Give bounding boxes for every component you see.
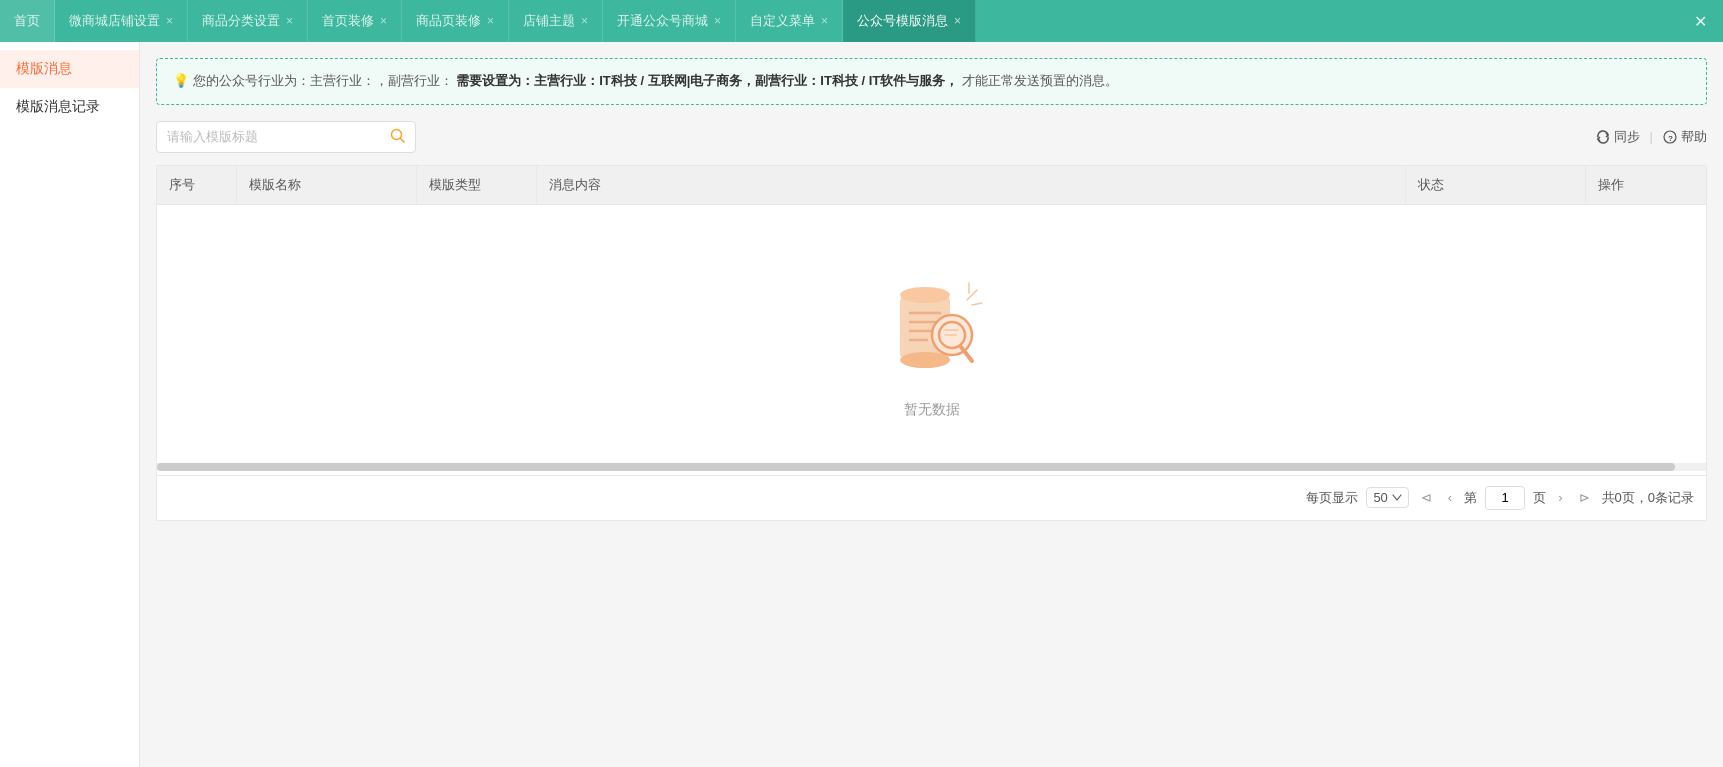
last-page-button[interactable]: ⊳ xyxy=(1575,488,1594,507)
sync-label: 同步 xyxy=(1614,128,1640,146)
sidebar: 模版消息 模版消息记录 xyxy=(0,42,140,767)
main-layout: 模版消息 模版消息记录 💡 您的公众号行业为：主营行业：，副营行业： 需要设置为… xyxy=(0,42,1723,767)
pagination: 每页显示 50 ⊲ ‹ 第 页 › ⊳ 共0页，0条记录 xyxy=(157,475,1706,520)
nav-tab-store-theme-label: 店铺主题 xyxy=(523,12,575,30)
nav-tab-home-label: 首页 xyxy=(14,12,40,30)
close-icon[interactable]: × xyxy=(581,14,588,28)
notice-prefix: 您的公众号行业为：主营行业：，副营行业： xyxy=(193,73,453,88)
nav-tab-template-msg[interactable]: 公众号模版消息 × xyxy=(843,0,976,42)
notice-highlight: 需要设置为：主营行业：IT科技 / 互联网|电子商务，副营行业：IT科技 / I… xyxy=(456,73,958,88)
close-icon[interactable]: × xyxy=(954,14,961,28)
sidebar-item-template-records[interactable]: 模版消息记录 xyxy=(0,88,139,126)
help-label: 帮助 xyxy=(1681,128,1707,146)
nav-tab-store-theme[interactable]: 店铺主题 × xyxy=(509,0,603,42)
search-input[interactable] xyxy=(167,129,390,144)
svg-point-6 xyxy=(900,287,950,303)
th-actions: 操作 xyxy=(1586,166,1706,204)
page-di-label: 第 xyxy=(1464,489,1477,507)
sidebar-item-template-msg[interactable]: 模版消息 xyxy=(0,50,139,88)
empty-state: 暂无数据 xyxy=(157,205,1706,459)
nav-tab-template-msg-label: 公众号模版消息 xyxy=(857,12,948,30)
close-icon[interactable]: × xyxy=(487,14,494,28)
notice-suffix: 才能正常发送预置的消息。 xyxy=(962,73,1118,88)
close-icon[interactable]: × xyxy=(166,14,173,28)
nav-tab-shop-settings-label: 微商城店铺设置 xyxy=(69,12,160,30)
search-input-wrap[interactable] xyxy=(156,121,416,153)
scrollbar-thumb[interactable] xyxy=(157,463,1675,471)
nav-tab-product-decor[interactable]: 商品页装修 × xyxy=(402,0,509,42)
th-type: 模版类型 xyxy=(417,166,537,204)
close-icon[interactable]: × xyxy=(380,14,387,28)
scrollbar-area[interactable] xyxy=(157,463,1706,471)
svg-line-18 xyxy=(972,303,982,305)
notice-icon: 💡 xyxy=(173,73,189,88)
nav-tab-open-mall-label: 开通公众号商城 xyxy=(617,12,708,30)
sidebar-item-template-msg-label: 模版消息 xyxy=(16,60,72,76)
empty-text: 暂无数据 xyxy=(904,401,960,419)
toolbar-divider: | xyxy=(1650,129,1653,144)
content-area: 💡 您的公众号行业为：主营行业：，副营行业： 需要设置为：主营行业：IT科技 /… xyxy=(140,42,1723,767)
search-button[interactable] xyxy=(390,128,405,146)
top-nav: 首页 微商城店铺设置 × 商品分类设置 × 首页装修 × 商品页装修 × 店铺主… xyxy=(0,0,1723,42)
svg-text:?: ? xyxy=(1668,133,1673,142)
nav-tab-home[interactable]: 首页 xyxy=(0,0,55,42)
page-size-value: 50 xyxy=(1373,490,1387,505)
page-number-input[interactable] xyxy=(1485,486,1525,510)
nav-tab-homepage-decor[interactable]: 首页装修 × xyxy=(308,0,402,42)
page-size-label: 每页显示 xyxy=(1306,489,1358,507)
nav-tab-category[interactable]: 商品分类设置 × xyxy=(188,0,308,42)
nav-tab-homepage-decor-label: 首页装修 xyxy=(322,12,374,30)
sidebar-item-template-records-label: 模版消息记录 xyxy=(16,98,100,114)
nav-tab-category-label: 商品分类设置 xyxy=(202,12,280,30)
th-status: 状态 xyxy=(1406,166,1586,204)
search-bar: 同步 | ? 帮助 xyxy=(156,121,1707,153)
total-text: 共0页，0条记录 xyxy=(1602,489,1694,507)
nav-tab-shop-settings[interactable]: 微商城店铺设置 × xyxy=(55,0,188,42)
help-button[interactable]: ? 帮助 xyxy=(1663,128,1707,146)
nav-tab-custom-menu[interactable]: 自定义菜单 × xyxy=(736,0,843,42)
empty-illustration xyxy=(872,265,992,385)
nav-tab-open-mall[interactable]: 开通公众号商城 × xyxy=(603,0,736,42)
nav-tab-product-decor-label: 商品页装修 xyxy=(416,12,481,30)
first-page-button[interactable]: ⊲ xyxy=(1417,488,1436,507)
close-icon[interactable]: × xyxy=(286,14,293,28)
close-icon[interactable]: × xyxy=(714,14,721,28)
close-icon[interactable]: × xyxy=(821,14,828,28)
sync-button[interactable]: 同步 xyxy=(1596,128,1640,146)
table-wrap: 序号 模版名称 模版类型 消息内容 状态 操作 xyxy=(156,165,1707,521)
svg-point-7 xyxy=(900,352,950,368)
th-name: 模版名称 xyxy=(237,166,417,204)
next-page-button[interactable]: › xyxy=(1554,488,1566,507)
notice-banner: 💡 您的公众号行业为：主营行业：，副营行业： 需要设置为：主营行业：IT科技 /… xyxy=(156,58,1707,105)
page-size-select[interactable]: 50 xyxy=(1366,487,1408,508)
nav-tab-custom-menu-label: 自定义菜单 xyxy=(750,12,815,30)
page-unit: 页 xyxy=(1533,489,1546,507)
svg-line-1 xyxy=(401,138,405,142)
prev-page-button[interactable]: ‹ xyxy=(1444,488,1456,507)
th-index: 序号 xyxy=(157,166,237,204)
th-content: 消息内容 xyxy=(537,166,1406,204)
close-all-button[interactable]: ✕ xyxy=(1678,12,1723,31)
toolbar-right: 同步 | ? 帮助 xyxy=(1596,128,1707,146)
table-header: 序号 模版名称 模版类型 消息内容 状态 操作 xyxy=(157,166,1706,205)
